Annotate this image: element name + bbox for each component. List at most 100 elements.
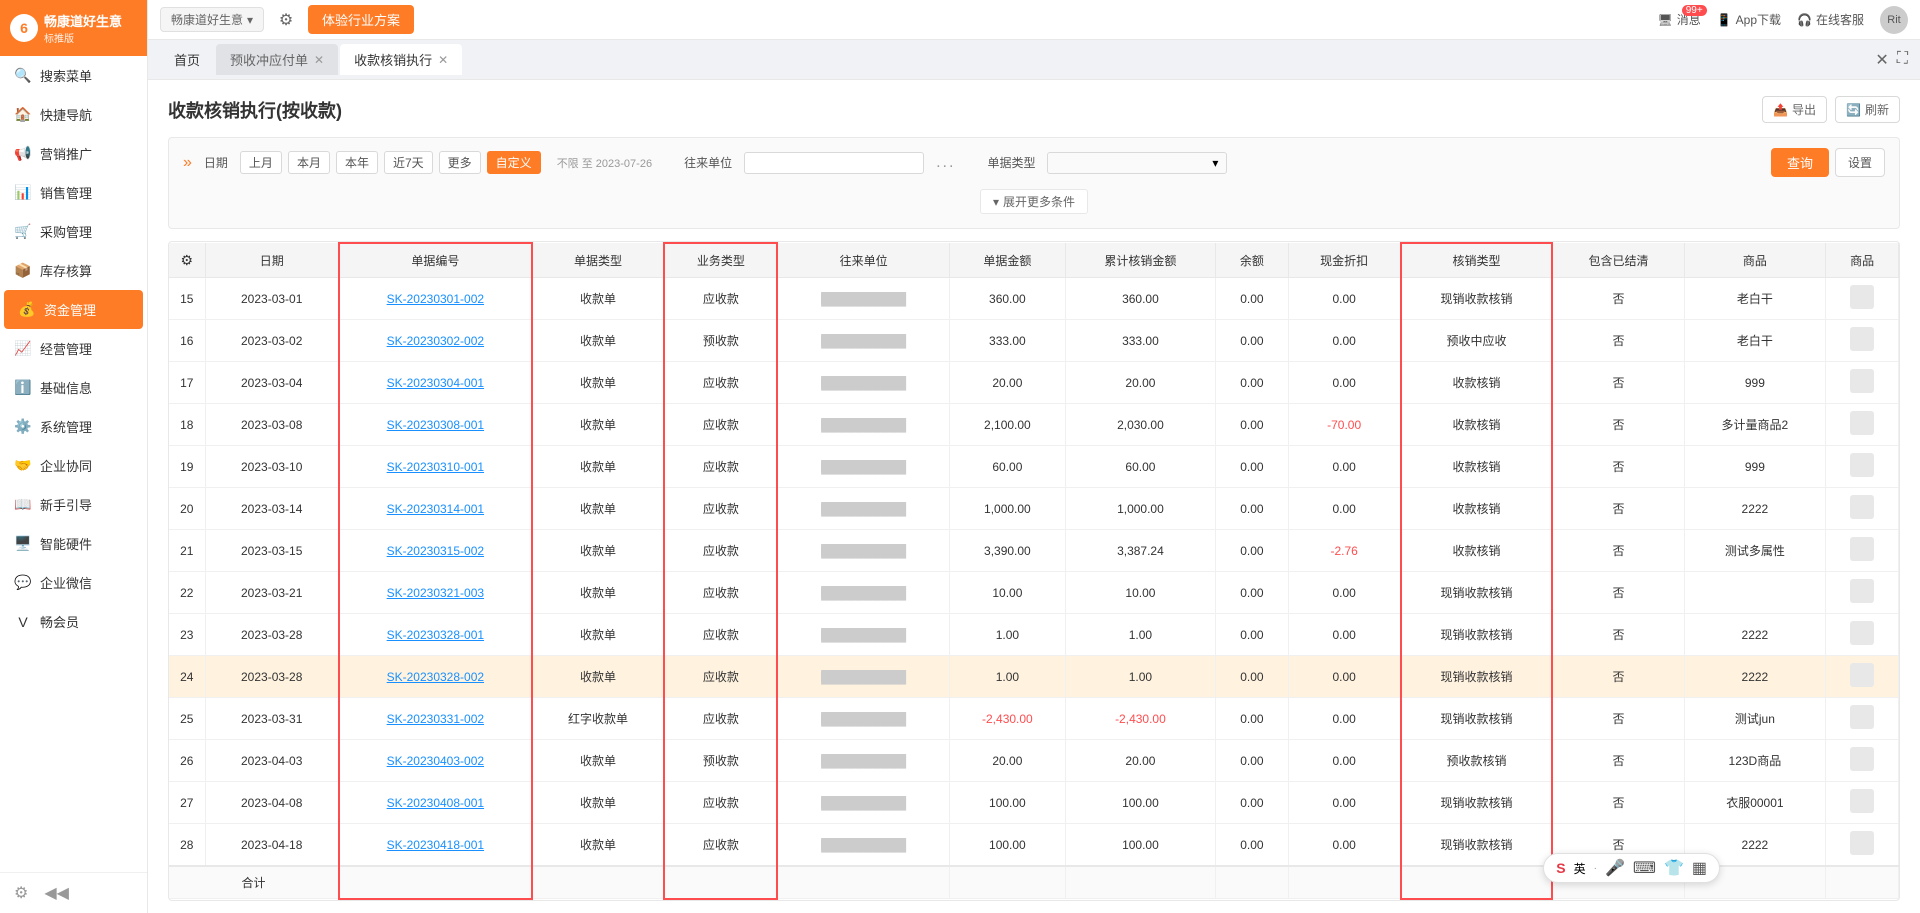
voucher-type-select[interactable]: ▾ xyxy=(1047,152,1227,174)
cell-vouchertype: 收款单 xyxy=(532,824,664,867)
ime-shirt-icon[interactable]: 👕 xyxy=(1664,858,1684,878)
sidebar-item-hardware[interactable]: 🖥️智能硬件 xyxy=(0,524,147,563)
voucher-link[interactable]: SK-20230302-002 xyxy=(387,334,484,348)
main-area: 畅康道好生意 ▾ ⚙ 体验行业方案 🖥 消息 99+ 📱 App下载 🎧 在线客… xyxy=(148,0,1920,913)
cell-cumulative: 3,387.24 xyxy=(1065,530,1215,572)
cell-date: 2023-03-21 xyxy=(205,572,339,614)
partner-input[interactable] xyxy=(744,152,924,174)
cell-writeofftype: 收款核销 xyxy=(1401,530,1553,572)
tab-writeoff-close[interactable]: ✕ xyxy=(438,53,448,67)
cell-biztype: 应收款 xyxy=(664,446,777,488)
voucher-link[interactable]: SK-20230328-002 xyxy=(387,670,484,684)
cell-cumulative: 1,000.00 xyxy=(1065,488,1215,530)
filter-expand-arrow[interactable]: » xyxy=(183,154,192,172)
this-month-btn[interactable]: 本月 xyxy=(288,151,330,174)
cell-no: 22 xyxy=(169,572,205,614)
sidebar-settings-icon[interactable]: ⚙ xyxy=(14,883,28,903)
cell-amount: 20.00 xyxy=(949,362,1065,404)
voucher-link[interactable]: SK-20230315-002 xyxy=(387,544,484,558)
app-download-button[interactable]: 📱 App下载 xyxy=(1717,11,1781,28)
sidebar-item-system[interactable]: ⚙️系统管理 xyxy=(0,407,147,446)
sidebar-item-operation[interactable]: 📈经营管理 xyxy=(0,329,147,368)
cell-date: 2023-03-28 xyxy=(205,614,339,656)
sidebar-item-finance[interactable]: 💰资金管理 xyxy=(4,290,143,329)
cell-balance: 0.00 xyxy=(1216,362,1289,404)
cell-included: 否 xyxy=(1552,362,1684,404)
topbar-gear-icon[interactable]: ⚙ xyxy=(272,6,300,34)
cell-cashdiscount: 0.00 xyxy=(1288,446,1400,488)
col-amount-header: 单据金额 xyxy=(949,243,1065,278)
voucher-link[interactable]: SK-20230408-001 xyxy=(387,796,484,810)
sidebar-item-member[interactable]: V畅会员 xyxy=(0,602,147,641)
table-row: 21 2023-03-15 SK-20230315-002 收款单 应收款 ██… xyxy=(169,530,1899,572)
sidebar-item-inventory[interactable]: 📦库存核算 xyxy=(0,251,147,290)
ime-keyboard-icon[interactable]: ⌨ xyxy=(1633,858,1656,878)
tab-home[interactable]: 首页 xyxy=(160,44,214,75)
tab-close-all-icon[interactable]: ✕ xyxy=(1875,50,1888,70)
voucher-link[interactable]: SK-20230314-001 xyxy=(387,502,484,516)
cell-cashdiscount: -2.76 xyxy=(1288,530,1400,572)
col-settings[interactable]: ⚙ xyxy=(169,243,205,278)
sidebar-icon-sales: 📊 xyxy=(14,184,32,202)
sidebar-item-quicknav[interactable]: 🏠快捷导航 xyxy=(0,95,147,134)
sidebar-item-sales[interactable]: 📊销售管理 xyxy=(0,173,147,212)
ime-mic-icon[interactable]: 🎤 xyxy=(1605,858,1625,878)
voucher-link[interactable]: SK-20230328-001 xyxy=(387,628,484,642)
sidebar-item-purchase[interactable]: 🛒采购管理 xyxy=(0,212,147,251)
sidebar-icon-guide: 📖 xyxy=(14,496,32,514)
col-vouchertype-header: 单据类型 xyxy=(532,243,664,278)
voucher-link[interactable]: SK-20230418-001 xyxy=(387,838,484,852)
user-avatar[interactable]: Rit xyxy=(1880,6,1908,34)
custom-date-btn[interactable]: 自定义 xyxy=(487,151,541,174)
filter-settings-button[interactable]: 设置 xyxy=(1835,148,1885,177)
solution-button[interactable]: 体验行业方案 xyxy=(308,5,414,34)
voucher-link[interactable]: SK-20230403-002 xyxy=(387,754,484,768)
sidebar-icon-basic: ℹ️ xyxy=(14,379,32,397)
cell-voucherno: SK-20230408-001 xyxy=(339,782,532,824)
query-button[interactable]: 查询 xyxy=(1771,148,1829,177)
export-button[interactable]: 📤 导出 xyxy=(1762,96,1827,123)
voucher-link[interactable]: SK-20230310-001 xyxy=(387,460,484,474)
sidebar-item-marketing[interactable]: 📢营销推广 xyxy=(0,134,147,173)
sidebar-item-wechat[interactable]: 💬企业微信 xyxy=(0,563,147,602)
cell-product xyxy=(1684,572,1826,614)
company-dropdown[interactable]: 畅康道好生意 ▾ xyxy=(160,7,264,32)
sidebar-item-collab[interactable]: 🤝企业协同 xyxy=(0,446,147,485)
voucher-link[interactable]: SK-20230304-001 xyxy=(387,376,484,390)
sidebar-label-inventory: 库存核算 xyxy=(40,261,92,280)
refresh-button[interactable]: 🔄 刷新 xyxy=(1835,96,1900,123)
cell-productimg xyxy=(1826,362,1899,404)
last-month-btn[interactable]: 上月 xyxy=(240,151,282,174)
tab-advance[interactable]: 预收冲应付单 ✕ xyxy=(216,44,338,75)
tab-writeoff[interactable]: 收款核销执行 ✕ xyxy=(340,44,462,75)
column-settings-icon[interactable]: ⚙ xyxy=(180,252,193,268)
this-year-btn[interactable]: 本年 xyxy=(336,151,378,174)
cell-cashdiscount: -70.00 xyxy=(1288,404,1400,446)
last-7days-btn[interactable]: 近7天 xyxy=(384,151,433,174)
sidebar-item-guide[interactable]: 📖新手引导 xyxy=(0,485,147,524)
voucher-link[interactable]: SK-20230331-002 xyxy=(387,712,484,726)
table-row: 25 2023-03-31 SK-20230331-002 红字收款单 应收款 … xyxy=(169,698,1899,740)
online-service-button[interactable]: 🎧 在线客服 xyxy=(1797,11,1864,28)
voucher-link[interactable]: SK-20230321-003 xyxy=(387,586,484,600)
cell-date: 2023-03-14 xyxy=(205,488,339,530)
cell-no: 27 xyxy=(169,782,205,824)
tab-advance-close[interactable]: ✕ xyxy=(314,53,324,67)
ime-grid-icon[interactable]: ▦ xyxy=(1692,858,1707,878)
cell-cashdiscount: 0.00 xyxy=(1288,614,1400,656)
cell-product: 2222 xyxy=(1684,488,1826,530)
sidebar-item-basic[interactable]: ℹ️基础信息 xyxy=(0,368,147,407)
sidebar-item-search[interactable]: 🔍搜索菜单 xyxy=(0,56,147,95)
sidebar-collapse-icon[interactable]: ◀◀ xyxy=(44,883,69,903)
partner-label: 往来单位 xyxy=(684,154,732,171)
tab-expand-icon[interactable]: ⛶ xyxy=(1897,50,1908,70)
cell-partner: ██████████ xyxy=(777,404,949,446)
voucher-link[interactable]: SK-20230301-002 xyxy=(387,292,484,306)
more-dates-btn[interactable]: 更多 xyxy=(439,151,481,174)
cell-partner: ██████████ xyxy=(777,782,949,824)
voucher-link[interactable]: SK-20230308-001 xyxy=(387,418,484,432)
expand-more-button[interactable]: ▾ 展开更多条件 xyxy=(980,189,1088,214)
cell-productimg xyxy=(1826,614,1899,656)
cell-included: 否 xyxy=(1552,698,1684,740)
message-button[interactable]: 🖥 消息 99+ xyxy=(1657,11,1700,28)
